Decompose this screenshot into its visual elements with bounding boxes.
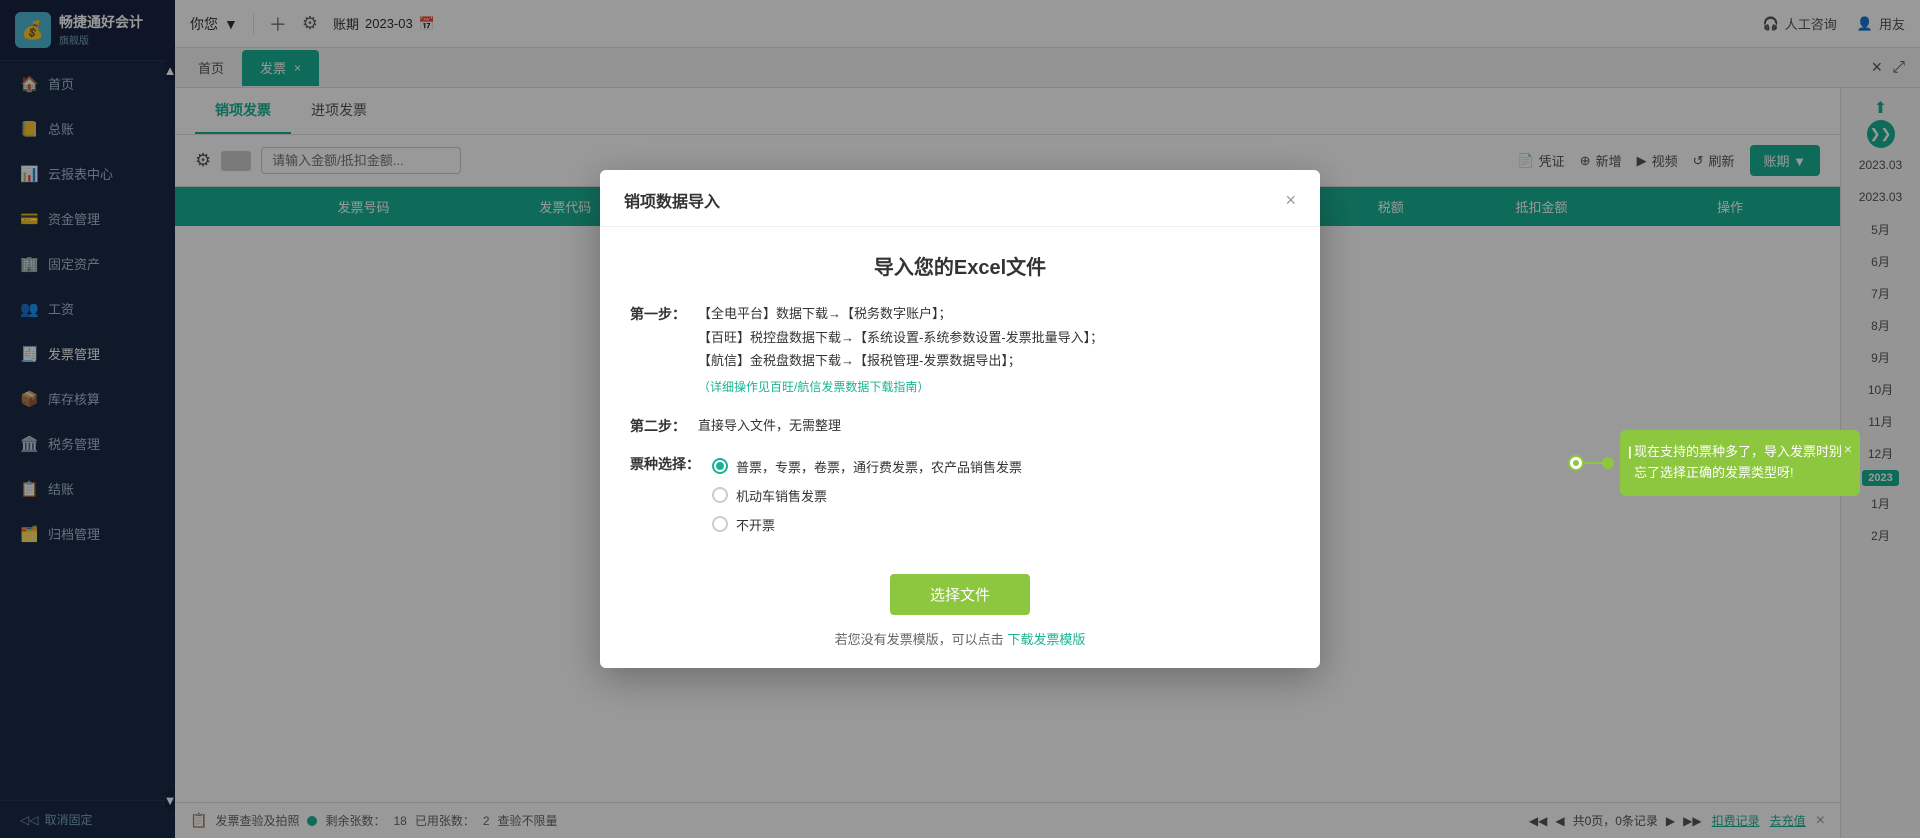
modal-header: 销项数据导入 × [600,170,1320,227]
step2-row: 第二步： 直接导入文件，无需整理 [630,414,1290,437]
select-file-button[interactable]: 选择文件 [890,574,1030,615]
template-download-link[interactable]: 下载发票模版 [1007,632,1085,647]
radio-row: 票种选择： 普票，专票，卷票，通行费发票，农产品销售发票 机动车销售发票 不开票 [630,452,1290,534]
tooltip-close-icon[interactable]: × [1844,438,1852,460]
step2-content: 直接导入文件，无需整理 [698,414,841,437]
modal-title: 销项数据导入 [624,188,720,212]
step1-line2: 【百旺】税控盘数据下载→【系统设置-系统参数设置-发票批量导入】； [698,326,1103,349]
step1-line1: 【全电平台】数据下载→【税务数字账户】； [698,302,1103,325]
modal-footer: 选择文件 若您没有发票模版，可以点击 下载发票模版 [600,564,1320,668]
step1-sub-prefix: （详细操作见 [698,380,770,394]
tooltip-line [1584,462,1604,464]
step2-text: 直接导入文件，无需整理 [698,418,841,433]
modal-overlay: 销项数据导入 × 导入您的Excel文件 第一步： 【全电平台】数据下载→【税务… [0,0,1920,838]
step1-line3: 【航信】金税盘数据下载→【报税管理-发票数据导出】； [698,349,1103,372]
modal-body: 导入您的Excel文件 第一步： 【全电平台】数据下载→【税务数字账户】； 【百… [600,227,1320,563]
template-row: 若您没有发票模版，可以点击 下载发票模版 [630,629,1290,648]
step1-sub: （详细操作见百旺/航信发票数据下载指南） [698,377,1103,399]
modal-close-button[interactable]: × [1285,191,1296,209]
tooltip-end-dot [1570,457,1582,469]
tooltip-box: 现在支持的票种多了，导入发票时别忘了选择正确的发票类型呀! × [1620,430,1860,496]
tooltip-text: 现在支持的票种多了，导入发票时别忘了选择正确的发票类型呀! [1634,444,1842,480]
radio-no-ticket-circle [712,516,728,532]
radio-general[interactable]: 普票，专票，卷票，通行费发票，农产品销售发票 [712,457,1022,476]
template-prefix: 若您没有发票模版，可以点击 [835,632,1004,647]
import-modal: 销项数据导入 × 导入您的Excel文件 第一步： 【全电平台】数据下载→【税务… [600,170,1320,667]
radio-general-circle [712,458,728,474]
step1-label: 第一步： [630,302,686,324]
guide-link[interactable]: 百旺/航信发票数据下载指南 [770,380,917,394]
radio-label: 票种选择： [630,452,700,474]
radio-no-ticket-label: 不开票 [736,515,775,534]
step1-row: 第一步： 【全电平台】数据下载→【税务数字账户】； 【百旺】税控盘数据下载→【系… [630,302,1290,398]
radio-vehicle[interactable]: 机动车销售发票 [712,486,1022,505]
radio-no-ticket[interactable]: 不开票 [712,515,1022,534]
modal-main-title: 导入您的Excel文件 [630,251,1290,280]
radio-general-label: 普票，专票，卷票，通行费发票，农产品销售发票 [736,457,1022,476]
step2-label: 第二步： [630,414,686,436]
radio-vehicle-label: 机动车销售发票 [736,486,827,505]
radio-vehicle-circle [712,487,728,503]
radio-group: 普票，专票，卷票，通行费发票，农产品销售发票 机动车销售发票 不开票 [712,457,1022,534]
step1-sub-suffix: ） [917,380,929,394]
step1-content: 【全电平台】数据下载→【税务数字账户】； 【百旺】税控盘数据下载→【系统设置-系… [698,302,1103,398]
